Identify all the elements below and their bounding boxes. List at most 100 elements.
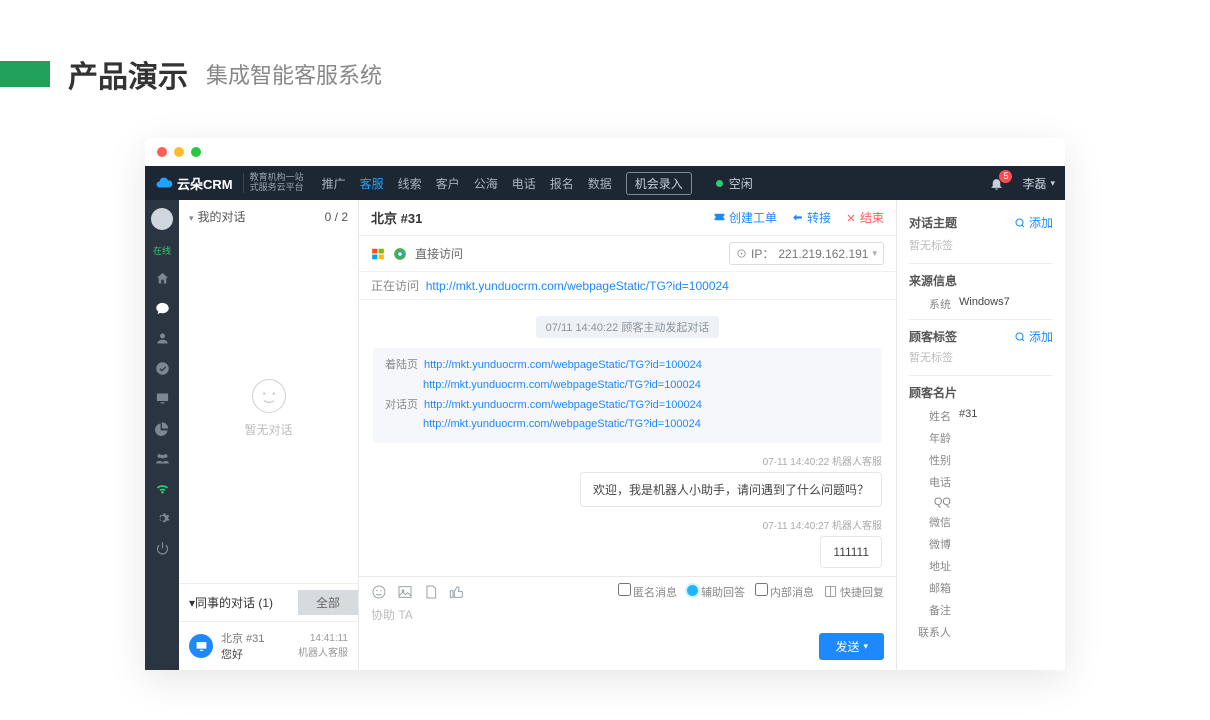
traffic-close-icon[interactable] [157,147,167,157]
thumbs-up-icon[interactable] [449,584,465,600]
nav-signup[interactable]: 报名 [550,175,574,192]
add-topic-button[interactable]: 添加 [1014,214,1053,231]
slide-title: 产品演示 [68,52,188,96]
user-menu[interactable]: 李磊 ▾ [1022,175,1055,192]
group-icon [155,451,170,466]
source-label: 来源信息 [909,272,1053,293]
quick-reply-icon [824,585,837,598]
message-input[interactable]: 协助 TA [371,606,884,623]
peer-tab-all[interactable]: 全部 [298,590,358,615]
chat-icon [155,301,170,316]
dialog-url-2[interactable]: http://mkt.yunduocrm.com/webpageStatic/T… [423,418,701,430]
end-button[interactable]: 结束 [845,209,884,226]
app-body: 在线 ▾我的对话 0 / 2 暂无对话 [145,200,1065,670]
empty-state: 暂无对话 [179,233,358,583]
peer-conv-label: 同事的对话 (1) [195,596,273,610]
add-tag-button[interactable]: 添加 [1014,328,1053,345]
landing-url-1[interactable]: http://mkt.yunduocrm.com/webpageStatic/T… [424,359,702,371]
nav-promo[interactable]: 推广 [322,175,346,192]
check-circle-icon [155,361,170,376]
conv-agent: 机器人客服 [298,644,348,659]
rail-home[interactable] [153,269,171,287]
peer-conv-header[interactable]: ▾同事的对话 (1) 全部 [179,583,358,621]
quick-reply-button[interactable]: 快捷回复 [824,584,884,600]
traffic-min-icon[interactable] [174,147,184,157]
emoji-icon[interactable] [371,584,387,600]
topic-label: 对话主题 [909,214,957,231]
agent-status[interactable]: 空闲 [716,175,753,192]
top-menu: 推广 客服 线索 客户 公海 电话 报名 数据 [322,175,612,192]
dialog-url-1[interactable]: http://mkt.yunduocrm.com/webpageStatic/T… [424,399,702,411]
window-titlebar [145,138,1065,166]
cust-tag-label: 顾客标签 [909,328,957,345]
rail-chat[interactable] [153,299,171,317]
icon-rail: 在线 [145,200,179,670]
traffic-max-icon[interactable] [191,147,201,157]
chat-header: 北京 #31 创建工单 转接 结束 [359,200,896,236]
ticket-icon [713,211,726,224]
nav-phone[interactable]: 电话 [512,175,536,192]
brand-logo[interactable]: 云朵CRM 教育机构一站式服务云平台 [155,173,304,193]
card-row: 年龄 [909,427,1053,449]
rail-person[interactable] [153,329,171,347]
nav-data[interactable]: 数据 [588,175,612,192]
accent-bar [0,61,50,87]
msg-meta-0: 07-11 14:40:22 机器人客服 [373,453,882,468]
ip-selector[interactable]: IP： 221.219.162.191 ▾ [729,242,884,265]
transfer-button[interactable]: 转接 [791,209,831,226]
target-icon [736,248,747,259]
conv-time: 14:41:11 [298,633,348,644]
assist-radio[interactable]: 辅助回答 [687,584,745,600]
top-nav: 云朵CRM 教育机构一站式服务云平台 推广 客服 线索 客户 公海 电话 报名 … [145,166,1065,200]
anon-checkbox[interactable]: 匿名消息 [618,583,677,600]
no-topic-label: 暂无标签 [909,237,1053,259]
rail-group[interactable] [153,449,171,467]
create-ticket-button[interactable]: 创建工单 [713,209,777,226]
nav-pool[interactable]: 公海 [474,175,498,192]
rail-wifi[interactable] [153,479,171,497]
record-opportunity-button[interactable]: 机会录入 [626,172,692,195]
card-row: 联系人 [909,621,1053,643]
search-plus-icon [1014,217,1026,229]
my-conv-header[interactable]: ▾我的对话 0 / 2 [179,200,358,233]
conversation-list: ▾我的对话 0 / 2 暂无对话 ▾同事的对话 (1) 全部 北京 #31 [179,200,359,670]
file-icon[interactable] [423,584,439,600]
close-icon [845,212,857,224]
no-tag-label: 暂无标签 [909,349,1053,371]
rail-gear[interactable] [153,509,171,527]
card-row: 姓名#31 [909,405,1053,427]
card-row: 邮箱 [909,577,1053,599]
rail-pie[interactable] [153,419,171,437]
conversation-row[interactable]: 北京 #31 您好 14:41:11 机器人客服 [179,621,358,670]
rail-power[interactable] [153,539,171,557]
nav-customers[interactable]: 客户 [436,175,460,192]
brand-tagline: 教育机构一站式服务云平台 [243,173,304,193]
transfer-icon [791,211,804,224]
landing-url-2[interactable]: http://mkt.yunduocrm.com/webpageStatic/T… [423,379,701,391]
image-icon[interactable] [397,584,413,600]
card-label: 顾客名片 [909,384,1053,405]
rail-check[interactable] [153,359,171,377]
user-avatar[interactable] [151,208,173,230]
status-label: 空闲 [729,175,753,192]
landing-label: 着陆页 [385,359,418,371]
card-fields: 姓名#31 年龄 性别 电话 QQ 微信 微博 地址 邮箱 备注 联系人 [909,405,1053,643]
nav-service[interactable]: 客服 [360,175,384,192]
rail-monitor[interactable] [153,389,171,407]
chat-body: 07/11 14:40:22 顾客主动发起对话 着陆页 http://mkt.yu… [359,300,896,576]
internal-checkbox[interactable]: 内部消息 [755,583,814,600]
send-button[interactable]: 发送 ▾ [819,633,884,660]
direct-visit-label: 直接访问 [415,245,463,262]
notifications-button[interactable]: 5 [989,176,1004,191]
chrome-icon [393,247,407,261]
system-chip: 07/11 14:40:22 顾客主动发起对话 [536,316,720,338]
card-row: 地址 [909,555,1053,577]
visiting-url[interactable]: http://mkt.yunduocrm.com/webpageStatic/T… [426,279,729,293]
status-dot-icon [716,180,723,187]
ip-value: 221.219.162.191 [778,247,868,261]
nav-leads[interactable]: 线索 [398,175,422,192]
windows-icon [371,247,385,261]
chevron-down-icon: ▾ [1050,178,1055,189]
radio-checked-icon [687,585,698,596]
my-conv-label: 我的对话 [198,210,246,224]
